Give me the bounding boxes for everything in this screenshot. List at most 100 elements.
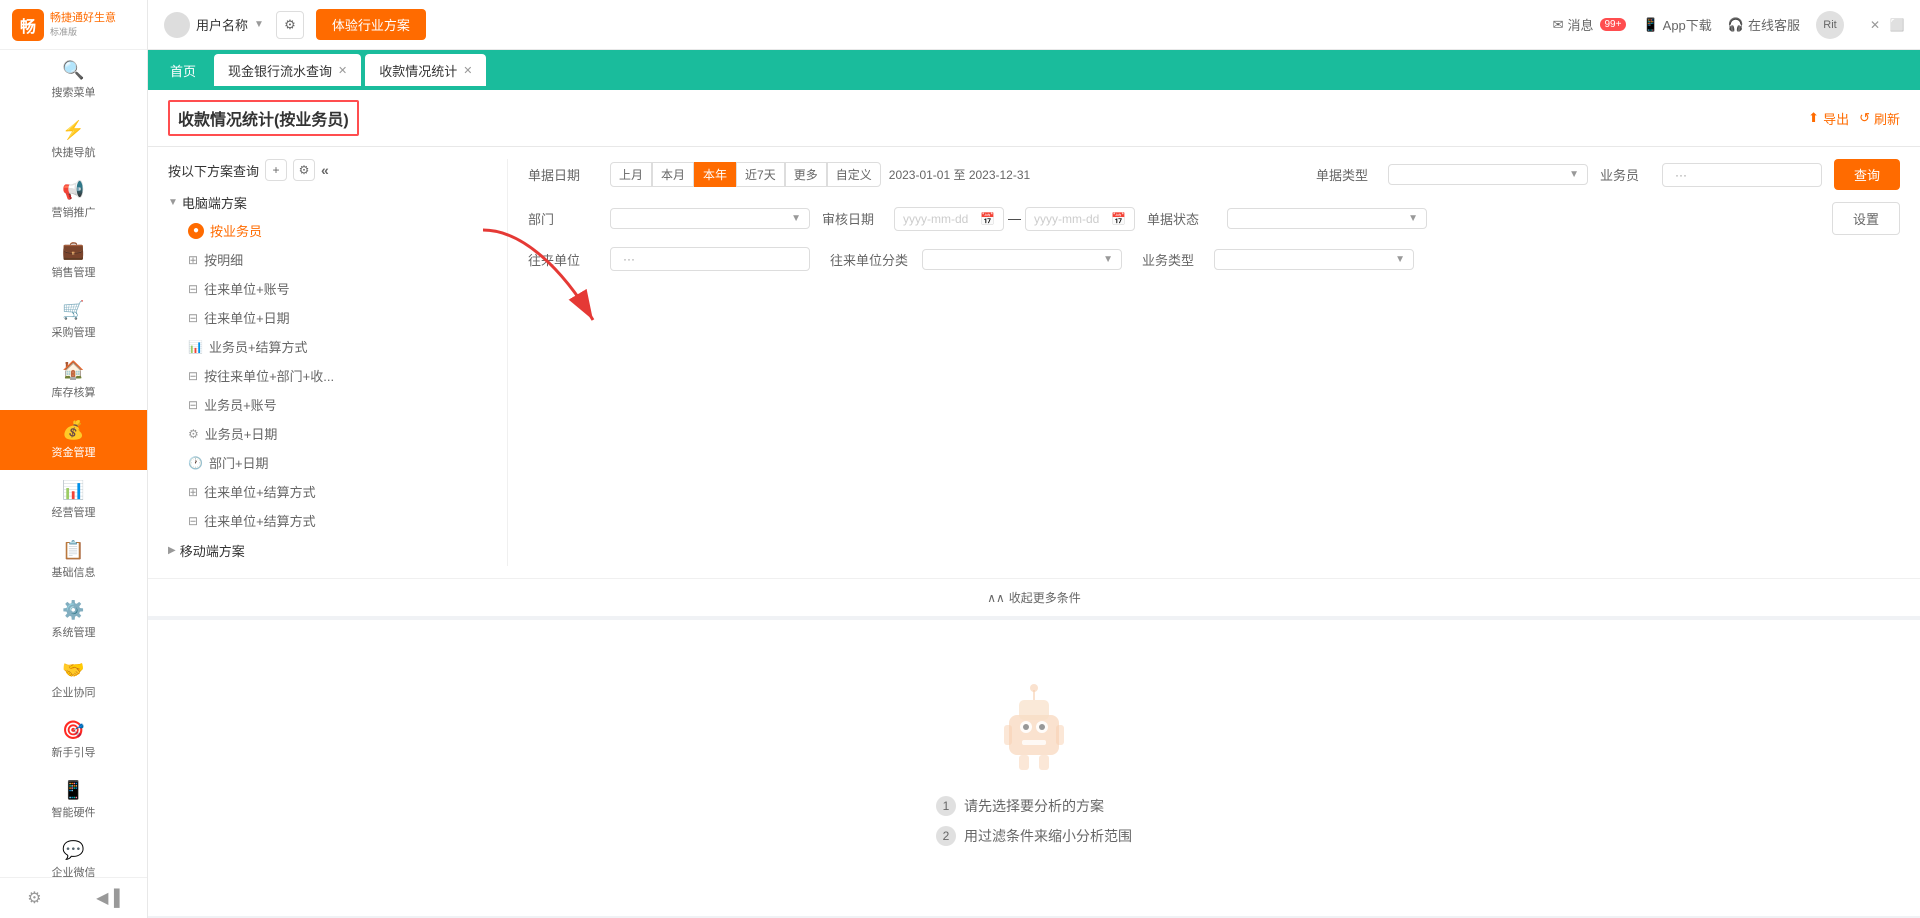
- date-btn-7days[interactable]: 近7天: [736, 162, 785, 187]
- sidebar-item-guide[interactable]: 🎯 新手引导: [0, 710, 147, 770]
- date-btn-last-month[interactable]: 上月: [610, 162, 652, 187]
- filter-area: 按以下方案查询 + ⚙ « ▼ 电脑端方案: [148, 147, 1920, 616]
- scheme-item-0[interactable]: ● 按业务员: [168, 216, 491, 245]
- sidebar-label-hardware: 智能硬件: [52, 804, 96, 820]
- scheme-icon-0: ●: [188, 223, 204, 239]
- sidebar-item-inventory[interactable]: 🏠 库存核算: [0, 350, 147, 410]
- scheme-item-6[interactable]: ⊟ 业务员+账号: [168, 390, 491, 419]
- sidebar-label-sales: 销售管理: [52, 264, 96, 280]
- refresh-button[interactable]: ↺ 刷新: [1859, 109, 1900, 128]
- collapse-sidebar-icon[interactable]: ◀▐: [96, 888, 120, 908]
- message-action[interactable]: ✉ 消息 99+: [1553, 15, 1627, 34]
- sidebar-label-inventory: 库存核算: [52, 384, 96, 400]
- bank-flow-tab-close[interactable]: ✕: [338, 64, 347, 77]
- voucher-status-select[interactable]: ▼: [1227, 208, 1427, 229]
- partner-more-icon[interactable]: ···: [623, 252, 635, 266]
- review-date-end[interactable]: yyyy-mm-dd 📅: [1025, 207, 1135, 231]
- mobile-group-header[interactable]: ▶ 移动端方案: [168, 537, 491, 564]
- user-badge-area: Rit: [1816, 11, 1844, 39]
- sidebar-label-fund: 资金管理: [52, 444, 96, 460]
- sidebar-item-operation[interactable]: 📊 经营管理: [0, 470, 147, 530]
- scheme-label-4: 业务员+结算方式: [209, 337, 308, 356]
- date-btn-this-year[interactable]: 本年: [694, 162, 736, 187]
- tab-home[interactable]: 首页: [156, 54, 210, 86]
- scheme-item-3[interactable]: ⊟ 往来单位+日期: [168, 303, 491, 332]
- sidebar-item-purchase[interactable]: 🛒 采购管理: [0, 290, 147, 350]
- date-btn-custom[interactable]: 自定义: [827, 162, 881, 187]
- review-date-start[interactable]: yyyy-mm-dd 📅: [894, 207, 1004, 231]
- message-label: 消息: [1567, 15, 1593, 34]
- collection-stats-tab-close[interactable]: ✕: [463, 64, 472, 77]
- scheme-item-7[interactable]: ⚙ 业务员+日期: [168, 419, 491, 448]
- filter-row-3: 往来单位 ··· 往来单位分类 ▼ 业务类型: [528, 247, 1900, 271]
- scheme-setting-button[interactable]: ⚙: [293, 159, 315, 181]
- setting-button[interactable]: 设置: [1832, 202, 1900, 235]
- app-download-label: App下载: [1663, 15, 1712, 34]
- export-button[interactable]: ⬆ 导出: [1808, 109, 1849, 128]
- maximize-window-button[interactable]: ⬜: [1890, 18, 1904, 32]
- scheme-item-10[interactable]: ⊟ 往来单位+结算方式: [168, 506, 491, 535]
- settings-bottom-icon[interactable]: ⚙: [27, 888, 41, 908]
- sidebar-item-system[interactable]: ⚙️ 系统管理: [0, 590, 147, 650]
- sidebar-item-enterprise[interactable]: 🤝 企业协同: [0, 650, 147, 710]
- online-service-icon: 🎧: [1728, 17, 1744, 33]
- refresh-icon: ↺: [1859, 110, 1870, 126]
- app-download-action[interactable]: 📱 App下载: [1642, 15, 1711, 34]
- query-action-group: 查询: [1834, 159, 1900, 190]
- scheme-item-2[interactable]: ⊟ 往来单位+账号: [168, 274, 491, 303]
- close-window-button[interactable]: ✕: [1868, 18, 1882, 32]
- scheme-label-7: 业务员+日期: [205, 424, 278, 443]
- partner-category-select[interactable]: ▼: [922, 249, 1122, 270]
- trial-industry-button[interactable]: 体验行业方案: [316, 9, 426, 40]
- sidebar-item-search[interactable]: 🔍 搜索菜单: [0, 50, 147, 110]
- topbar: 用户名称 ▼ ⚙ 体验行业方案 ✉ 消息 99+ 📱 App下载 🎧: [148, 0, 1920, 50]
- date-value: 上月 本月 本年 近7天 更多 自定义 2023-01-01 至 2023-12…: [610, 162, 1304, 187]
- sidebar-item-marketing[interactable]: 📢 营销推广: [0, 170, 147, 230]
- collapse-up-icon: ∧∧: [987, 591, 1005, 605]
- sidebar-item-shortcut[interactable]: ⚡ 快捷导航: [0, 110, 147, 170]
- dept-select[interactable]: ▼: [610, 208, 810, 229]
- empty-steps: 1 请先选择要分析的方案 2 用过滤条件来缩小分析范围: [936, 796, 1132, 856]
- scheme-collapse-button[interactable]: «: [321, 162, 329, 178]
- date-btn-this-month[interactable]: 本月: [652, 162, 694, 187]
- query-button[interactable]: 查询: [1834, 159, 1900, 190]
- scheme-item-1[interactable]: ⊞ 按明细: [168, 245, 491, 274]
- sidebar: 畅 畅捷通好生意 标准版 🔍 搜索菜单 ⚡ 快捷导航 📢 营销推广 💼 销售管理: [0, 0, 148, 918]
- tab-bank-flow[interactable]: 现金银行流水查询 ✕: [214, 54, 361, 86]
- tab-collection-stats[interactable]: 收款情况统计 ✕: [365, 54, 486, 86]
- online-service-action[interactable]: 🎧 在线客服: [1728, 15, 1800, 34]
- scheme-item-4[interactable]: 📊 业务员+结算方式: [168, 332, 491, 361]
- settings-gear-button[interactable]: ⚙: [276, 11, 304, 39]
- review-date-group: yyyy-mm-dd 📅 — yyyy-mm-dd 📅: [894, 207, 1135, 231]
- sidebar-label-search: 搜索菜单: [52, 84, 96, 100]
- scheme-icon-2: ⊟: [188, 282, 198, 296]
- collapse-bar[interactable]: ∧∧ 收起更多条件: [148, 578, 1920, 616]
- desktop-group-header[interactable]: ▼ 电脑端方案: [168, 189, 491, 216]
- shortcut-icon: ⚡: [62, 120, 84, 141]
- add-scheme-button[interactable]: +: [265, 159, 287, 181]
- scheme-item-8[interactable]: 🕐 部门+日期: [168, 448, 491, 477]
- date-btn-more[interactable]: 更多: [785, 162, 827, 187]
- scheme-item-5[interactable]: ⊟ 按往来单位+部门+收...: [168, 361, 491, 390]
- header-actions: ⬆ 导出 ↺ 刷新: [1808, 109, 1900, 128]
- voucher-type-select[interactable]: ▼: [1388, 164, 1588, 185]
- dept-arrow: ▼: [791, 213, 801, 224]
- salesman-more-icon[interactable]: ···: [1675, 168, 1687, 182]
- purchase-icon: 🛒: [62, 300, 84, 321]
- salesman-select[interactable]: ···: [1662, 163, 1822, 187]
- sidebar-item-wechat[interactable]: 💬 企业微信: [0, 830, 147, 877]
- sidebar-item-hardware[interactable]: 📱 智能硬件: [0, 770, 147, 830]
- mobile-group-arrow: ▶: [168, 545, 176, 556]
- scheme-item-9[interactable]: ⊞ 往来单位+结算方式: [168, 477, 491, 506]
- biz-type-select[interactable]: ▼: [1214, 249, 1414, 270]
- sidebar-item-fund[interactable]: 💰 资金管理: [0, 410, 147, 470]
- sidebar-bottom: ⚙ ◀▐: [0, 877, 147, 918]
- sidebar-item-sales[interactable]: 💼 销售管理: [0, 230, 147, 290]
- marketing-icon: 📢: [62, 180, 84, 201]
- message-icon: ✉: [1553, 17, 1564, 33]
- sales-icon: 💼: [62, 240, 84, 261]
- sidebar-item-basic[interactable]: 📋 基础信息: [0, 530, 147, 590]
- partner-select[interactable]: ···: [610, 247, 810, 271]
- user-dropdown-arrow[interactable]: ▼: [254, 19, 264, 30]
- bank-flow-tab-label: 现金银行流水查询: [228, 61, 332, 80]
